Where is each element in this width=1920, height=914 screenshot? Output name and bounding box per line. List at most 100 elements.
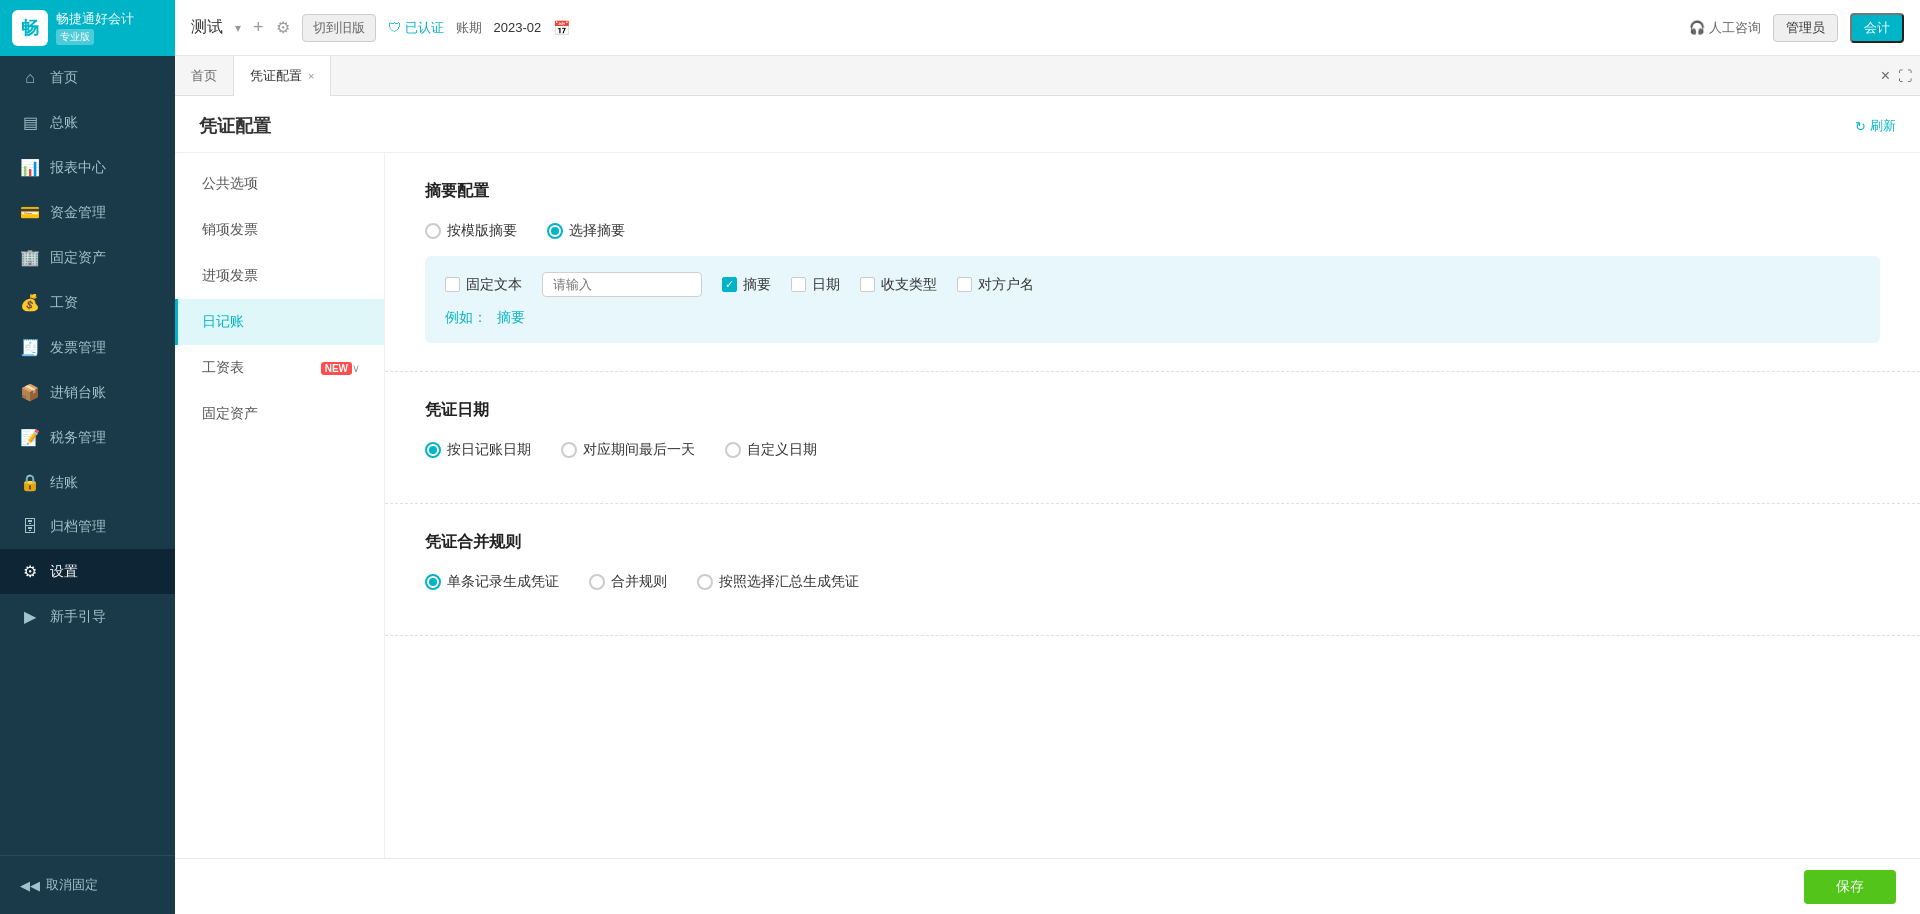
config-layout: 公共选项 销项发票 进项发票 日记账 工资表 NEW ∨ [175, 153, 1920, 901]
consult-label: 人工咨询 [1709, 19, 1761, 37]
reports-icon: 📊 [20, 158, 40, 177]
topbar-period-value: 2023-02 [494, 20, 542, 35]
date-checkbox [791, 277, 806, 292]
ledger-icon: ▤ [20, 113, 40, 132]
tab-voucher-config[interactable]: 凭证配置 × [234, 56, 331, 96]
sidebar-item-archive[interactable]: 🗄 归档管理 [0, 505, 175, 549]
sidebar-label-sales-purchase: 进销台账 [50, 384, 106, 402]
config-nav-journal[interactable]: 日记账 [175, 299, 384, 345]
merge-radio-single[interactable]: 单条记录生成凭证 [425, 573, 559, 591]
funds-icon: 💳 [20, 203, 40, 222]
topbar-add-btn[interactable]: + [253, 17, 264, 38]
merge-radio-rule[interactable]: 合并规则 [589, 573, 667, 591]
sidebar-item-reports[interactable]: 📊 报表中心 [0, 145, 175, 190]
sidebar-item-closing[interactable]: 🔒 结账 [0, 460, 175, 505]
tab-home[interactable]: 首页 [175, 56, 234, 96]
sidebar-item-payroll[interactable]: 💰 工资 [0, 280, 175, 325]
tabbar-expand-icon[interactable]: ⛶ [1898, 68, 1912, 84]
config-nav-payroll-label: 工资表 [202, 359, 244, 377]
counterpart-label: 对方户名 [978, 276, 1034, 294]
content-area: 凭证配置 ↻ 刷新 公共选项 销项发票 进项发票 日记账 [175, 96, 1920, 914]
checkbox-fixed-text[interactable]: 固定文本 [445, 276, 522, 294]
config-nav-payroll[interactable]: 工资表 NEW ∨ [175, 345, 384, 391]
topbar-project-name: 测试 [191, 17, 223, 38]
config-nav-purchase[interactable]: 进项发票 [175, 253, 384, 299]
summary-section-title: 摘要配置 [425, 181, 1880, 202]
summary-checkboxes-row: 固定文本 ✓ 摘要 日期 [445, 272, 1860, 297]
page-header: 凭证配置 ↻ 刷新 [175, 96, 1920, 153]
checkbox-income-type[interactable]: 收支类型 [860, 276, 937, 294]
fixed-text-label: 固定文本 [466, 276, 522, 294]
radio-by-selection-label: 按照选择汇总生成凭证 [719, 573, 859, 591]
radio-journal-date-circle [425, 442, 441, 458]
bottom-spacer [385, 636, 1920, 836]
guide-icon: ▶ [20, 607, 40, 626]
sidebar-collapse-btn[interactable]: ◀◀ 取消固定 [0, 866, 175, 904]
date-radio-group: 按日记账日期 对应期间最后一天 自定义日期 [425, 441, 1880, 459]
sidebar-label-invoice: 发票管理 [50, 339, 106, 357]
headset-icon: 🎧 [1689, 20, 1705, 35]
topbar-consult-btn[interactable]: 🎧 人工咨询 [1689, 19, 1761, 37]
example-value: 摘要 [497, 309, 525, 325]
sidebar-item-fixed-assets[interactable]: 🏢 固定资产 [0, 235, 175, 280]
sidebar-label-tax: 税务管理 [50, 429, 106, 447]
collapse-arrow-icon: ◀◀ [20, 878, 40, 893]
config-nav-sales[interactable]: 销项发票 [175, 207, 384, 253]
sidebar-bottom: ◀◀ 取消固定 [0, 855, 175, 914]
summary-example: 例如： 摘要 [445, 309, 1860, 327]
checkbox-date[interactable]: 日期 [791, 276, 840, 294]
tabbar-close-icon[interactable]: × [1881, 67, 1890, 85]
summary-checkbox: ✓ [722, 277, 737, 292]
topbar-dropdown-btn[interactable]: ▾ [235, 21, 241, 35]
fixed-text-input[interactable] [542, 272, 702, 297]
counterpart-checkbox [957, 277, 972, 292]
summary-radio-select[interactable]: 选择摘要 [547, 222, 625, 240]
certified-label: 已认证 [405, 19, 444, 37]
merge-radio-group: 单条记录生成凭证 合并规则 按照选择汇总生成凭证 [425, 573, 1880, 591]
home-icon: ⌂ [20, 69, 40, 87]
payroll-icon: 💰 [20, 293, 40, 312]
merge-section: 凭证合并规则 单条记录生成凭证 合并规则 按照选择汇总生成凭证 [385, 504, 1920, 636]
sidebar-item-guide[interactable]: ▶ 新手引导 [0, 594, 175, 639]
sidebar-item-settings[interactable]: ⚙ 设置 [0, 549, 175, 594]
date-radio-last-day[interactable]: 对应期间最后一天 [561, 441, 695, 459]
topbar-admin-btn[interactable]: 管理员 [1773, 14, 1838, 42]
calendar-icon[interactable]: 📅 [553, 20, 570, 36]
invoice-icon: 🧾 [20, 338, 40, 357]
date-radio-journal[interactable]: 按日记账日期 [425, 441, 531, 459]
sales-purchase-icon: 📦 [20, 383, 40, 402]
topbar-period-label: 账期 [456, 19, 482, 37]
topbar-accountant-btn[interactable]: 会计 [1850, 13, 1904, 43]
topbar: 测试 ▾ + ⚙ 切到旧版 🛡 已认证 账期 2023-02 📅 🎧 人工咨询 … [175, 0, 1920, 56]
merge-section-title: 凭证合并规则 [425, 532, 1880, 553]
sidebar-item-home[interactable]: ⌂ 首页 [0, 56, 175, 100]
topbar-oldver-btn[interactable]: 切到旧版 [302, 14, 376, 42]
checkbox-counterpart[interactable]: 对方户名 [957, 276, 1034, 294]
tab-close-btn[interactable]: × [308, 70, 314, 82]
date-radio-custom[interactable]: 自定义日期 [725, 441, 817, 459]
sidebar-item-invoice[interactable]: 🧾 发票管理 [0, 325, 175, 370]
payroll-expand-icon: ∨ [352, 362, 360, 375]
logo-icon: 畅 [12, 10, 48, 46]
checkbox-summary[interactable]: ✓ 摘要 [722, 276, 771, 294]
config-nav-fixed[interactable]: 固定资产 [175, 391, 384, 437]
save-btn[interactable]: 保存 [1804, 870, 1896, 904]
tax-icon: 📝 [20, 428, 40, 447]
refresh-btn[interactable]: ↻ 刷新 [1855, 117, 1896, 135]
sidebar-item-ledger[interactable]: ▤ 总账 [0, 100, 175, 145]
config-content: 摘要配置 按模版摘要 选择摘要 [385, 153, 1920, 901]
radio-select-label: 选择摘要 [569, 222, 625, 240]
sidebar-label-reports: 报表中心 [50, 159, 106, 177]
topbar-gear-btn[interactable]: ⚙ [276, 18, 290, 37]
merge-radio-by-selection[interactable]: 按照选择汇总生成凭证 [697, 573, 859, 591]
config-nav-fixed-label: 固定资产 [202, 405, 258, 421]
config-nav-sales-label: 销项发票 [202, 221, 258, 237]
sidebar-item-tax[interactable]: 📝 税务管理 [0, 415, 175, 460]
income-type-label: 收支类型 [881, 276, 937, 294]
config-nav-public[interactable]: 公共选项 [175, 161, 384, 207]
example-prefix: 例如： [445, 309, 487, 325]
summary-radio-template[interactable]: 按模版摘要 [425, 222, 517, 240]
sidebar-item-funds[interactable]: 💳 资金管理 [0, 190, 175, 235]
shield-icon: 🛡 [388, 20, 401, 35]
sidebar-item-sales-purchase[interactable]: 📦 进销台账 [0, 370, 175, 415]
